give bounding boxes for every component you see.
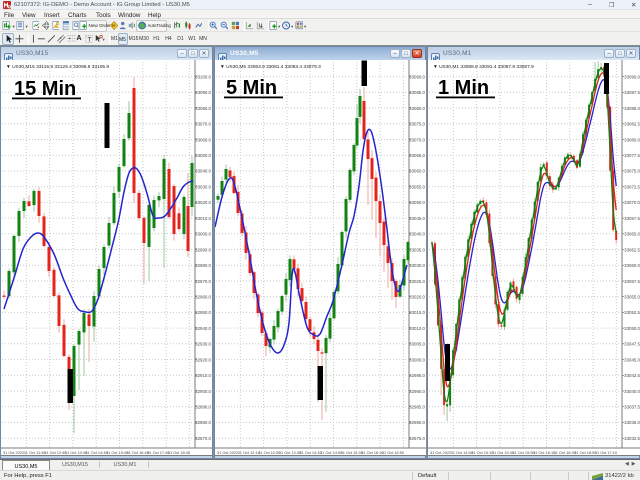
svg-text:33015.0: 33015.0 bbox=[409, 310, 425, 315]
svg-text:33055.0: 33055.0 bbox=[624, 295, 640, 300]
svg-text:5 Min: 5 Min bbox=[226, 77, 277, 99]
svg-text:33075.0: 33075.0 bbox=[624, 169, 640, 174]
svg-text:33040.0: 33040.0 bbox=[624, 389, 640, 394]
svg-text:15 Min: 15 Min bbox=[14, 78, 76, 100]
svg-text:33000.0: 33000.0 bbox=[409, 357, 425, 362]
svg-text:33020.0: 33020.0 bbox=[195, 200, 211, 205]
svg-text:33052.5: 33052.5 bbox=[624, 310, 640, 315]
svg-text:32910.0: 32910.0 bbox=[195, 373, 211, 378]
svg-text:▼ US30,M15 33115.9 33129.4 330: ▼ US30,M15 33115.9 33129.4 33096.9 33105… bbox=[6, 64, 109, 70]
svg-text:32940.0: 32940.0 bbox=[195, 326, 211, 331]
svg-text:32880.0: 32880.0 bbox=[195, 420, 211, 425]
svg-text:32975.0: 32975.0 bbox=[409, 436, 425, 441]
svg-text:32900.0: 32900.0 bbox=[195, 389, 211, 394]
svg-text:33010.0: 33010.0 bbox=[195, 216, 211, 221]
svg-text:33060.0: 33060.0 bbox=[195, 137, 211, 142]
svg-text:▼ US30,M1 33088.8 33091.4 3308: ▼ US30,M1 33088.8 33091.4 33087.9 33087.… bbox=[433, 64, 534, 70]
svg-text:33010.0: 33010.0 bbox=[409, 326, 425, 331]
svg-text:32930.0: 32930.0 bbox=[195, 342, 211, 347]
svg-text:33050.0: 33050.0 bbox=[195, 153, 211, 158]
svg-text:33030.0: 33030.0 bbox=[409, 263, 425, 268]
svg-text:32980.0: 32980.0 bbox=[409, 420, 425, 425]
svg-text:33057.5: 33057.5 bbox=[624, 279, 640, 284]
svg-text:33090.0: 33090.0 bbox=[409, 74, 425, 79]
svg-text:33072.5: 33072.5 bbox=[624, 184, 640, 189]
svg-text:32960.0: 32960.0 bbox=[195, 295, 211, 300]
svg-text:33090.0: 33090.0 bbox=[195, 90, 211, 95]
svg-text:32980.0: 32980.0 bbox=[195, 263, 211, 268]
svg-text:33070.0: 33070.0 bbox=[195, 122, 211, 127]
svg-text:33077.5: 33077.5 bbox=[624, 153, 640, 158]
svg-text:33062.5: 33062.5 bbox=[624, 247, 640, 252]
svg-text:31 Oct 16:45: 31 Oct 16:45 bbox=[127, 450, 149, 455]
svg-text:33037.5: 33037.5 bbox=[624, 405, 640, 410]
svg-text:32995.0: 32995.0 bbox=[409, 373, 425, 378]
svg-text:33040.0: 33040.0 bbox=[195, 169, 211, 174]
svg-text:32990.0: 32990.0 bbox=[195, 247, 211, 252]
svg-text:33085.0: 33085.0 bbox=[624, 106, 640, 111]
svg-text:33032.5: 33032.5 bbox=[624, 436, 640, 441]
svg-text:33067.5: 33067.5 bbox=[624, 216, 640, 221]
svg-text:33035.0: 33035.0 bbox=[624, 420, 640, 425]
svg-text:32870.0: 32870.0 bbox=[195, 436, 211, 441]
svg-text:31 Oct 16:50: 31 Oct 16:50 bbox=[382, 450, 405, 455]
svg-text:31 Oct 2022: 31 Oct 2022 bbox=[3, 450, 24, 455]
svg-text:33050.0: 33050.0 bbox=[409, 200, 425, 205]
svg-text:33045.0: 33045.0 bbox=[624, 357, 640, 362]
svg-text:31 Oct 17:10: 31 Oct 17:10 bbox=[595, 450, 618, 455]
svg-text:31 Oct 14:45: 31 Oct 14:45 bbox=[85, 450, 107, 455]
svg-text:31 Oct 17:45: 31 Oct 17:45 bbox=[147, 450, 169, 455]
svg-text:33020.0: 33020.0 bbox=[409, 295, 425, 300]
svg-text:33005.0: 33005.0 bbox=[409, 342, 425, 347]
svg-text:33055.0: 33055.0 bbox=[409, 184, 425, 189]
svg-text:32970.0: 32970.0 bbox=[195, 279, 211, 284]
svg-text:33080.0: 33080.0 bbox=[409, 106, 425, 111]
svg-text:33040.0: 33040.0 bbox=[409, 232, 425, 237]
svg-text:33087.5: 33087.5 bbox=[624, 90, 640, 95]
svg-text:33070.0: 33070.0 bbox=[624, 200, 640, 205]
svg-text:31 Oct 15:45: 31 Oct 15:45 bbox=[106, 450, 128, 455]
svg-text:33082.5: 33082.5 bbox=[624, 122, 640, 127]
svg-text:33100.0: 33100.0 bbox=[195, 74, 211, 79]
svg-text:33045.0: 33045.0 bbox=[409, 216, 425, 221]
svg-text:32950.0: 32950.0 bbox=[195, 310, 211, 315]
svg-text:▼ US30,M5 33063.9 33081.4 3306: ▼ US30,M5 33063.9 33081.4 33063.4 33079.… bbox=[220, 64, 321, 70]
svg-text:33060.0: 33060.0 bbox=[624, 263, 640, 268]
svg-text:32890.0: 32890.0 bbox=[195, 405, 211, 410]
svg-text:31 Oct 12:45: 31 Oct 12:45 bbox=[44, 450, 66, 455]
svg-text:33080.0: 33080.0 bbox=[624, 137, 640, 142]
svg-text:33030.0: 33030.0 bbox=[195, 184, 211, 189]
svg-text:33060.0: 33060.0 bbox=[409, 169, 425, 174]
svg-text:31 Oct 18:45: 31 Oct 18:45 bbox=[168, 450, 190, 455]
svg-text:33085.0: 33085.0 bbox=[409, 90, 425, 95]
svg-text:33047.5: 33047.5 bbox=[624, 342, 640, 347]
svg-text:33035.0: 33035.0 bbox=[409, 247, 425, 252]
svg-text:33050.0: 33050.0 bbox=[624, 326, 640, 331]
svg-text:T: T bbox=[87, 36, 91, 43]
svg-text:33070.0: 33070.0 bbox=[409, 137, 425, 142]
svg-text:32985.0: 32985.0 bbox=[409, 405, 425, 410]
svg-text:33000.0: 33000.0 bbox=[195, 232, 211, 237]
svg-text:31 Oct 13:45: 31 Oct 13:45 bbox=[65, 450, 87, 455]
svg-text:33025.0: 33025.0 bbox=[409, 279, 425, 284]
svg-text:31 Oct 2022: 31 Oct 2022 bbox=[430, 450, 451, 455]
svg-text:1 Min: 1 Min bbox=[438, 77, 489, 99]
svg-text:33080.0: 33080.0 bbox=[195, 106, 211, 111]
svg-text:33042.5: 33042.5 bbox=[624, 373, 640, 378]
svg-text:32990.0: 32990.0 bbox=[409, 389, 425, 394]
svg-text:33075.0: 33075.0 bbox=[409, 122, 425, 127]
svg-text:31 Oct 11:45: 31 Oct 11:45 bbox=[24, 450, 46, 455]
svg-text:33065.0: 33065.0 bbox=[409, 153, 425, 158]
svg-text:33065.0: 33065.0 bbox=[624, 232, 640, 237]
svg-text:32920.0: 32920.0 bbox=[195, 357, 211, 362]
svg-text:31 Oct 2022: 31 Oct 2022 bbox=[217, 450, 238, 455]
svg-text:33090.0: 33090.0 bbox=[624, 74, 640, 79]
